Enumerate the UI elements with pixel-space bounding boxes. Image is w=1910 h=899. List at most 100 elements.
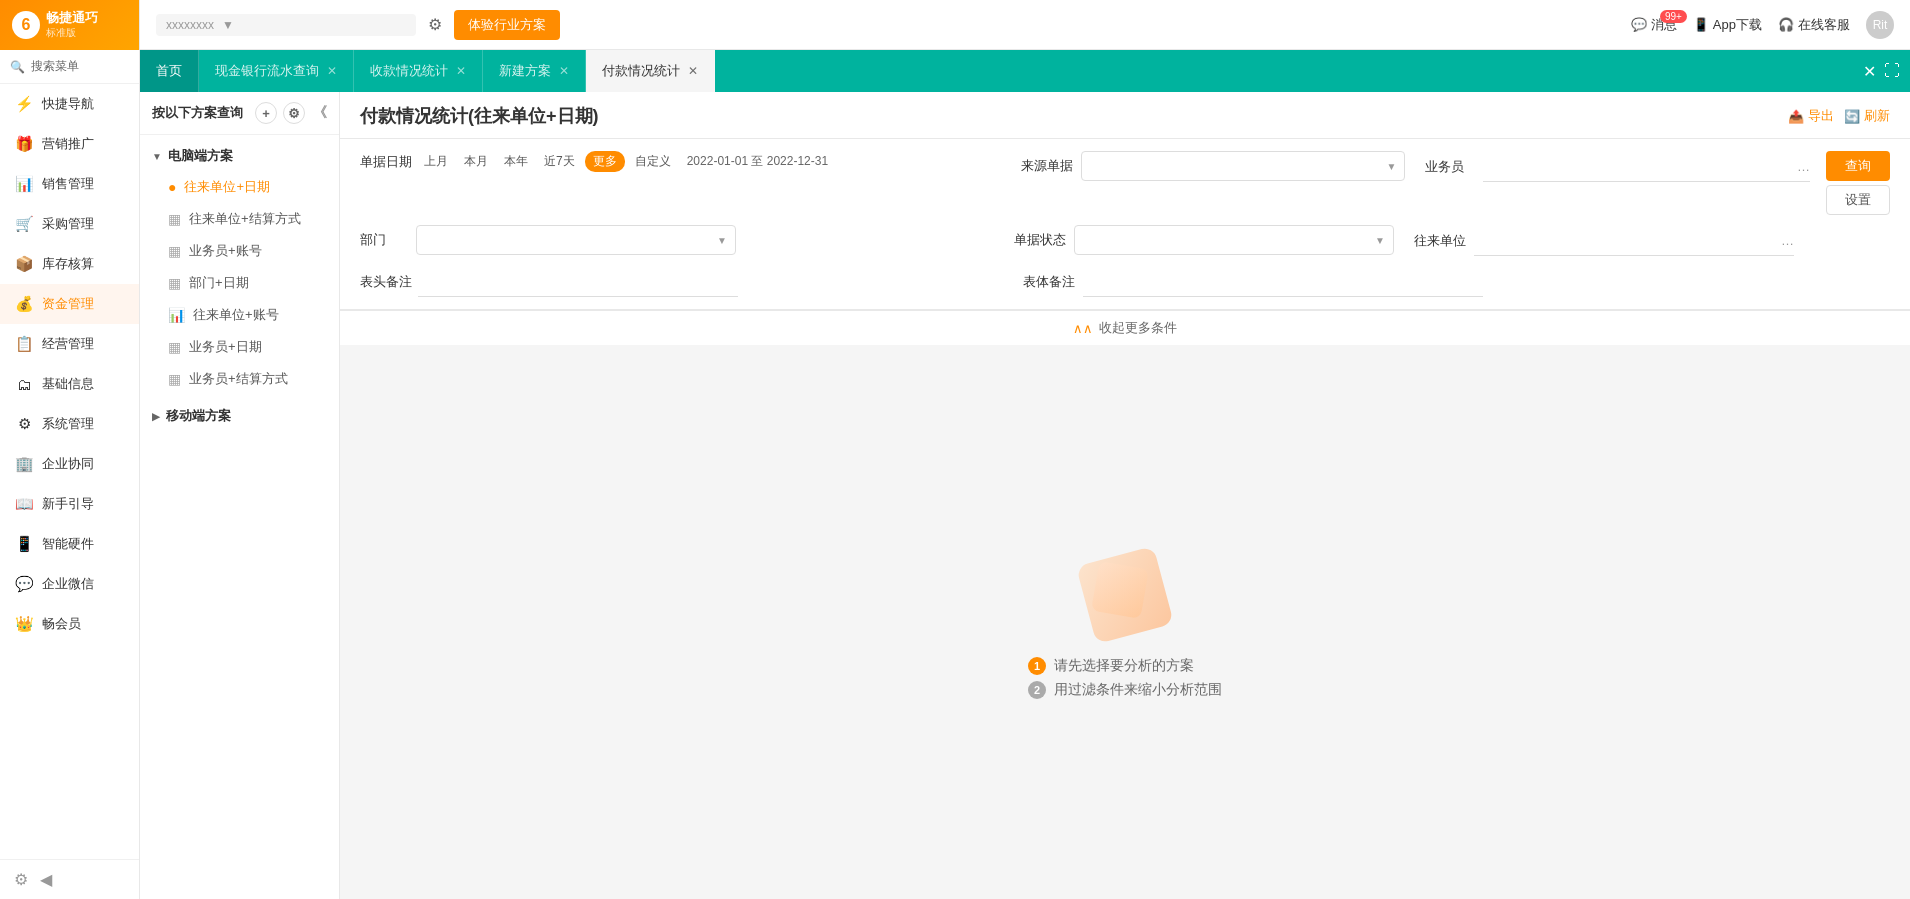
scheme-item-unit-date[interactable]: ● 往来单位+日期: [140, 171, 339, 203]
date-btn-custom[interactable]: 自定义: [629, 151, 677, 172]
unit-label: 往来单位: [1414, 232, 1466, 250]
settings-bottom-icon[interactable]: ⚙: [14, 870, 28, 889]
tab-bank[interactable]: 现金银行流水查询 ✕: [199, 50, 354, 92]
scheme-item-dept-date-icon: ▦: [168, 275, 181, 291]
scheme-item-staff-account-label: 业务员+账号: [189, 242, 262, 260]
scheme-item-unit-account-icon: 📊: [168, 307, 185, 323]
tab-payment[interactable]: 付款情况统计 ✕: [586, 50, 715, 92]
staff-input[interactable]: [1483, 151, 1797, 181]
app-download-btn[interactable]: 📱 App下载: [1693, 16, 1762, 34]
scheme-item-unit-settle[interactable]: ▦ 往来单位+结算方式: [140, 203, 339, 235]
tabbar-right: ✕ ⛶: [1853, 50, 1910, 92]
collapse-chevron-icon: ∧∧: [1073, 321, 1093, 336]
sidebar-item-member[interactable]: 👑 畅会员: [0, 604, 139, 644]
setting-btn[interactable]: 设置: [1826, 185, 1890, 215]
quick-nav-icon: ⚡: [14, 94, 34, 114]
date-btn-this-year[interactable]: 本年: [498, 151, 534, 172]
sidebar-item-marketing[interactable]: 🎁 营销推广: [0, 124, 139, 164]
sidebar-item-corp[interactable]: 🏢 企业协同: [0, 444, 139, 484]
sidebar-item-purchase[interactable]: 🛒 采购管理: [0, 204, 139, 244]
query-btn[interactable]: 查询: [1826, 151, 1890, 181]
tab-bank-close-icon[interactable]: ✕: [327, 64, 337, 78]
message-btn[interactable]: 💬 消息 99+: [1631, 16, 1677, 34]
scheme-item-unit-settle-label: 往来单位+结算方式: [189, 210, 301, 228]
date-btn-this-month[interactable]: 本月: [458, 151, 494, 172]
doc-status-select[interactable]: ▼: [1074, 225, 1394, 255]
tab-payment-close-icon[interactable]: ✕: [688, 64, 698, 78]
table-head-note-input[interactable]: [418, 266, 738, 296]
collapse-more-btn[interactable]: ∧∧ 收起更多条件: [1073, 319, 1177, 337]
sidebar-item-operation[interactable]: 📋 经营管理: [0, 324, 139, 364]
finance-icon: 💰: [14, 294, 34, 314]
collapse-more-label: 收起更多条件: [1099, 319, 1177, 337]
refresh-btn[interactable]: 🔄 刷新: [1844, 107, 1890, 125]
tab-new-scheme-close-icon[interactable]: ✕: [559, 64, 569, 78]
scheme-item-staff-settle[interactable]: ▦ 业务员+结算方式: [140, 363, 339, 395]
scheme-item-unit-account[interactable]: 📊 往来单位+账号: [140, 299, 339, 331]
filter-item-dept: 部门 ▼: [360, 225, 994, 255]
tab-home[interactable]: 首页: [140, 50, 199, 92]
user-avatar[interactable]: Rit: [1866, 11, 1894, 39]
empty-hints: 1 请先选择要分析的方案 2 用过滤条件来缩小分析范围: [1028, 657, 1222, 699]
add-scheme-btn[interactable]: +: [255, 102, 277, 124]
dept-select[interactable]: ▼: [416, 225, 736, 255]
source-select-arrow-icon: ▼: [1387, 161, 1397, 172]
sidebar-item-sales[interactable]: 📊 销售管理: [0, 164, 139, 204]
desktop-group-header[interactable]: ▼ 电脑端方案: [140, 141, 339, 171]
sales-icon: 📊: [14, 174, 34, 194]
tab-expand-icon[interactable]: ⛶: [1884, 62, 1900, 80]
tab-new-scheme[interactable]: 新建方案 ✕: [483, 50, 586, 92]
scheme-setting-btn[interactable]: ⚙: [283, 102, 305, 124]
tab-receipt[interactable]: 收款情况统计 ✕: [354, 50, 483, 92]
staff-more-icon[interactable]: …: [1797, 159, 1810, 174]
right-panel: 付款情况统计(往来单位+日期) 📤 导出 🔄 刷新: [340, 92, 1910, 899]
address-bar[interactable]: xxxxxxxx ▼: [156, 14, 416, 36]
export-btn[interactable]: 📤 导出: [1788, 107, 1834, 125]
sidebar-item-wechat[interactable]: 💬 企业微信: [0, 564, 139, 604]
sidebar-item-inventory[interactable]: 📦 库存核算: [0, 244, 139, 284]
scheme-item-staff-account[interactable]: ▦ 业务员+账号: [140, 235, 339, 267]
trial-btn[interactable]: 体验行业方案: [454, 10, 560, 40]
doc-status-label: 单据状态: [1014, 231, 1066, 249]
date-btn-last-month[interactable]: 上月: [418, 151, 454, 172]
export-icon: 📤: [1788, 109, 1804, 124]
tab-receipt-close-icon[interactable]: ✕: [456, 64, 466, 78]
tab-new-scheme-label: 新建方案: [499, 62, 551, 80]
search-menu[interactable]: 🔍 搜索菜单: [0, 50, 139, 84]
mobile-group-header[interactable]: ▶ 移动端方案: [140, 401, 339, 431]
tabbar: 首页 现金银行流水查询 ✕ 收款情况统计 ✕ 新建方案 ✕ 付款情况统计 ✕ ✕…: [140, 50, 1910, 92]
unit-more-icon[interactable]: …: [1781, 233, 1794, 248]
scheme-panel-collapse-btn[interactable]: 《: [313, 104, 327, 122]
online-service-btn[interactable]: 🎧 在线客服: [1778, 16, 1850, 34]
date-btn-more[interactable]: 更多: [585, 151, 625, 172]
sidebar-item-finance[interactable]: 💰 资金管理: [0, 284, 139, 324]
sidebar-item-system[interactable]: ⚙ 系统管理: [0, 404, 139, 444]
sidebar-item-guide[interactable]: 📖 新手引导: [0, 484, 139, 524]
sidebar-item-basic[interactable]: 🗂 基础信息: [0, 364, 139, 404]
hint-text-1: 请先选择要分析的方案: [1054, 657, 1194, 675]
refresh-icon: 🔄: [1844, 109, 1860, 124]
tab-bank-label: 现金银行流水查询: [215, 62, 319, 80]
source-select[interactable]: ▼: [1081, 151, 1406, 181]
unit-input[interactable]: [1474, 225, 1781, 255]
scheme-item-unit-date-icon: ●: [168, 179, 176, 195]
refresh-label: 刷新: [1864, 107, 1890, 125]
dept-label: 部门: [360, 231, 410, 249]
sidebar-item-quick-nav[interactable]: ⚡ 快捷导航: [0, 84, 139, 124]
date-btn-7days[interactable]: 近7天: [538, 151, 581, 172]
collapse-sidebar-icon[interactable]: ◀: [40, 870, 52, 889]
scheme-item-staff-date[interactable]: ▦ 业务员+日期: [140, 331, 339, 363]
page-header: 付款情况统计(往来单位+日期) 📤 导出 🔄 刷新: [340, 92, 1910, 139]
table-body-note-input[interactable]: [1083, 266, 1483, 296]
filter-row-3: 表头备注 表体备注: [360, 266, 1890, 297]
content-area: 按以下方案查询 + ⚙ 《 ▼ 电脑端方案 ● 往来单位+日期 ▦ 往: [140, 92, 1910, 899]
message-badge: 99+: [1660, 10, 1687, 23]
tab-close-all-icon[interactable]: ✕: [1863, 62, 1876, 81]
desktop-scheme-group: ▼ 电脑端方案 ● 往来单位+日期 ▦ 往来单位+结算方式 ▦ 业务员+账号 ▦: [140, 135, 339, 401]
filter-item-table-head-note: 表头备注: [360, 266, 1003, 297]
empty-hint-2: 2 用过滤条件来缩小分析范围: [1028, 681, 1222, 699]
scheme-item-dept-date[interactable]: ▦ 部门+日期: [140, 267, 339, 299]
inventory-icon: 📦: [14, 254, 34, 274]
sidebar-item-hardware[interactable]: 📱 智能硬件: [0, 524, 139, 564]
topbar-gear-icon[interactable]: ⚙: [428, 15, 442, 34]
